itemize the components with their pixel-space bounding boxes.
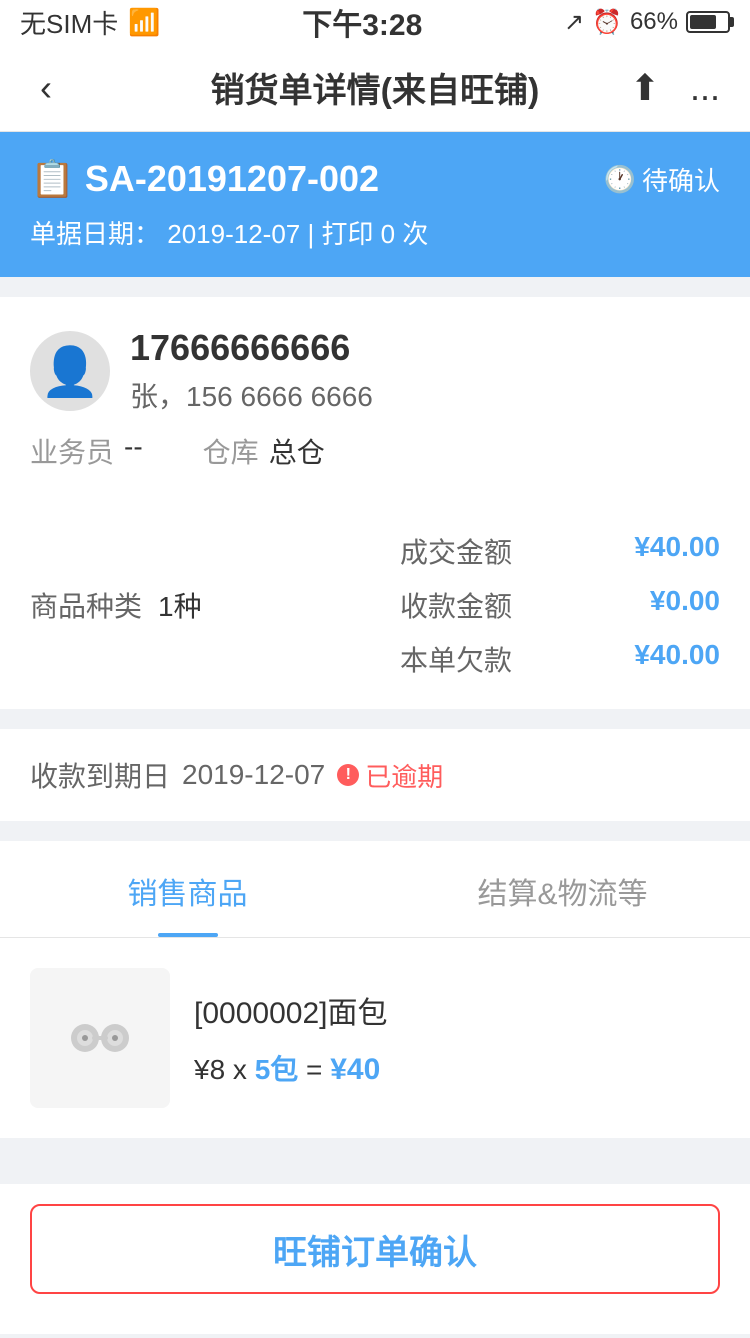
- order-id-text: SA-20191207-002: [85, 158, 379, 200]
- product-type-value: 1种: [158, 585, 202, 625]
- nav-actions: ⬆ ...: [630, 67, 720, 109]
- customer-row: 👤 17666666666 张，156 6666 6666: [30, 327, 720, 415]
- order-status: 🕐 待确认: [604, 161, 720, 198]
- customer-name: 张，156 6666 6666: [130, 375, 373, 415]
- warehouse-label: 仓库: [203, 431, 259, 471]
- product-type-label: 商品种类: [30, 585, 142, 625]
- warehouse-value: 总仓: [269, 431, 325, 471]
- tabs-header: 销售商品 结算&物流等: [0, 841, 750, 938]
- amounts-right: 成交金额 ¥40.00 收款金额 ¥0.00 本单欠款 ¥40.00: [400, 531, 720, 679]
- staff-label: 业务员: [30, 431, 114, 471]
- deal-amount-value: ¥40.00: [634, 531, 720, 571]
- confirm-order-button[interactable]: 旺铺订单确认: [30, 1204, 720, 1294]
- product-total: ¥40: [330, 1053, 380, 1086]
- due-section: 收款到期日 2019-12-07 ! 已逾期: [0, 729, 750, 821]
- overdue-dot-icon: !: [337, 764, 359, 786]
- overdue-text: 已逾期: [365, 757, 443, 794]
- deal-amount-label: 成交金额: [400, 531, 512, 571]
- received-amount-item: 收款金额 ¥0.00: [400, 585, 720, 625]
- tab-products-label: 销售商品: [128, 878, 248, 911]
- time-display: 下午3:28: [302, 0, 422, 44]
- share-button[interactable]: ⬆: [630, 67, 660, 109]
- date-value: 2019-12-07: [167, 219, 300, 249]
- due-date-label: 收款到期日: [30, 755, 170, 795]
- amount-section: 商品种类 1种 成交金额 ¥40.00 收款金额 ¥0.00 本单欠款 ¥40.…: [0, 501, 750, 709]
- wifi-icon: 📶: [128, 7, 160, 38]
- received-value: ¥0.00: [650, 585, 720, 625]
- alarm-icon: ⏰: [592, 8, 622, 37]
- deal-amount-item: 成交金额 ¥40.00: [400, 531, 720, 571]
- page-title: 销货单详情(来自旺铺): [211, 63, 540, 112]
- avatar: 👤: [30, 331, 110, 411]
- battery-icon: [686, 11, 730, 33]
- carrier-text: 无SIM卡: [20, 4, 118, 41]
- avatar-icon: 👤: [40, 343, 100, 400]
- received-label: 收款金额: [400, 585, 512, 625]
- owed-label: 本单欠款: [400, 639, 512, 679]
- order-id-icon: 📋: [30, 158, 75, 200]
- tab-settlement[interactable]: 结算&物流等: [375, 841, 750, 937]
- confirm-btn-label: 旺铺订单确认: [273, 1225, 477, 1274]
- product-item: [0000002]面包 ¥8 x 5包 = ¥40: [30, 968, 720, 1108]
- warehouse-item: 仓库 总仓: [203, 431, 325, 471]
- product-thumbnail: [30, 968, 170, 1108]
- status-text: 待确认: [642, 161, 720, 198]
- owed-value: ¥40.00: [634, 639, 720, 679]
- battery-text: 66%: [630, 8, 678, 36]
- order-header: 📋 SA-20191207-002 🕐 待确认 单据日期： 2019-12-07…: [0, 132, 750, 277]
- price-text: ¥8 x: [194, 1054, 255, 1085]
- customer-meta: 业务员 -- 仓库 总仓: [30, 431, 720, 471]
- staff-value: --: [124, 431, 143, 471]
- product-info: [0000002]面包 ¥8 x 5包 = ¥40: [194, 988, 720, 1088]
- equals-text: =: [298, 1054, 330, 1085]
- tab-settlement-label: 结算&物流等: [477, 878, 647, 911]
- product-logo-svg: [50, 1008, 150, 1068]
- product-price: ¥8 x 5包 = ¥40: [194, 1048, 720, 1088]
- more-button[interactable]: ...: [690, 67, 720, 109]
- due-date-value: 2019-12-07: [182, 759, 325, 791]
- overdue-badge: ! 已逾期: [337, 757, 443, 794]
- order-id: 📋 SA-20191207-002: [30, 158, 379, 200]
- status-bar: 无SIM卡 📶 下午3:28 ↗ ⏰ 66%: [0, 0, 750, 44]
- amount-row: 商品种类 1种 成交金额 ¥40.00 收款金额 ¥0.00 本单欠款 ¥40.…: [30, 531, 720, 679]
- product-qty: 5包: [255, 1054, 299, 1085]
- customer-card: 👤 17666666666 张，156 6666 6666 业务员 -- 仓库 …: [0, 297, 750, 501]
- status-right: ↗ ⏰ 66%: [564, 8, 730, 37]
- product-section: [0000002]面包 ¥8 x 5包 = ¥40: [0, 938, 750, 1138]
- customer-phone: 17666666666: [130, 327, 373, 369]
- product-name: [0000002]面包: [194, 988, 720, 1032]
- tabs-section: 销售商品 结算&物流等 [0000002]面包: [0, 841, 750, 1138]
- tab-products[interactable]: 销售商品: [0, 841, 375, 937]
- product-count-area: 商品种类 1种: [30, 585, 202, 625]
- order-date-row: 单据日期： 2019-12-07 | 打印 0 次: [30, 214, 720, 251]
- date-label: 单据日期：: [30, 219, 160, 249]
- customer-info: 17666666666 张，156 6666 6666: [130, 327, 373, 415]
- nav-bar: ‹ 销货单详情(来自旺铺) ⬆ ...: [0, 44, 750, 132]
- staff-item: 业务员 --: [30, 431, 143, 471]
- bottom-bar: 旺铺订单确认: [0, 1184, 750, 1334]
- order-header-top: 📋 SA-20191207-002 🕐 待确认: [30, 158, 720, 200]
- status-clock-icon: 🕐: [604, 164, 636, 195]
- back-button[interactable]: ‹: [30, 57, 62, 119]
- location-icon: ↗: [564, 8, 584, 37]
- print-info: | 打印 0 次: [307, 219, 428, 249]
- status-left: 无SIM卡 📶: [20, 4, 161, 41]
- owed-amount-item: 本单欠款 ¥40.00: [400, 639, 720, 679]
